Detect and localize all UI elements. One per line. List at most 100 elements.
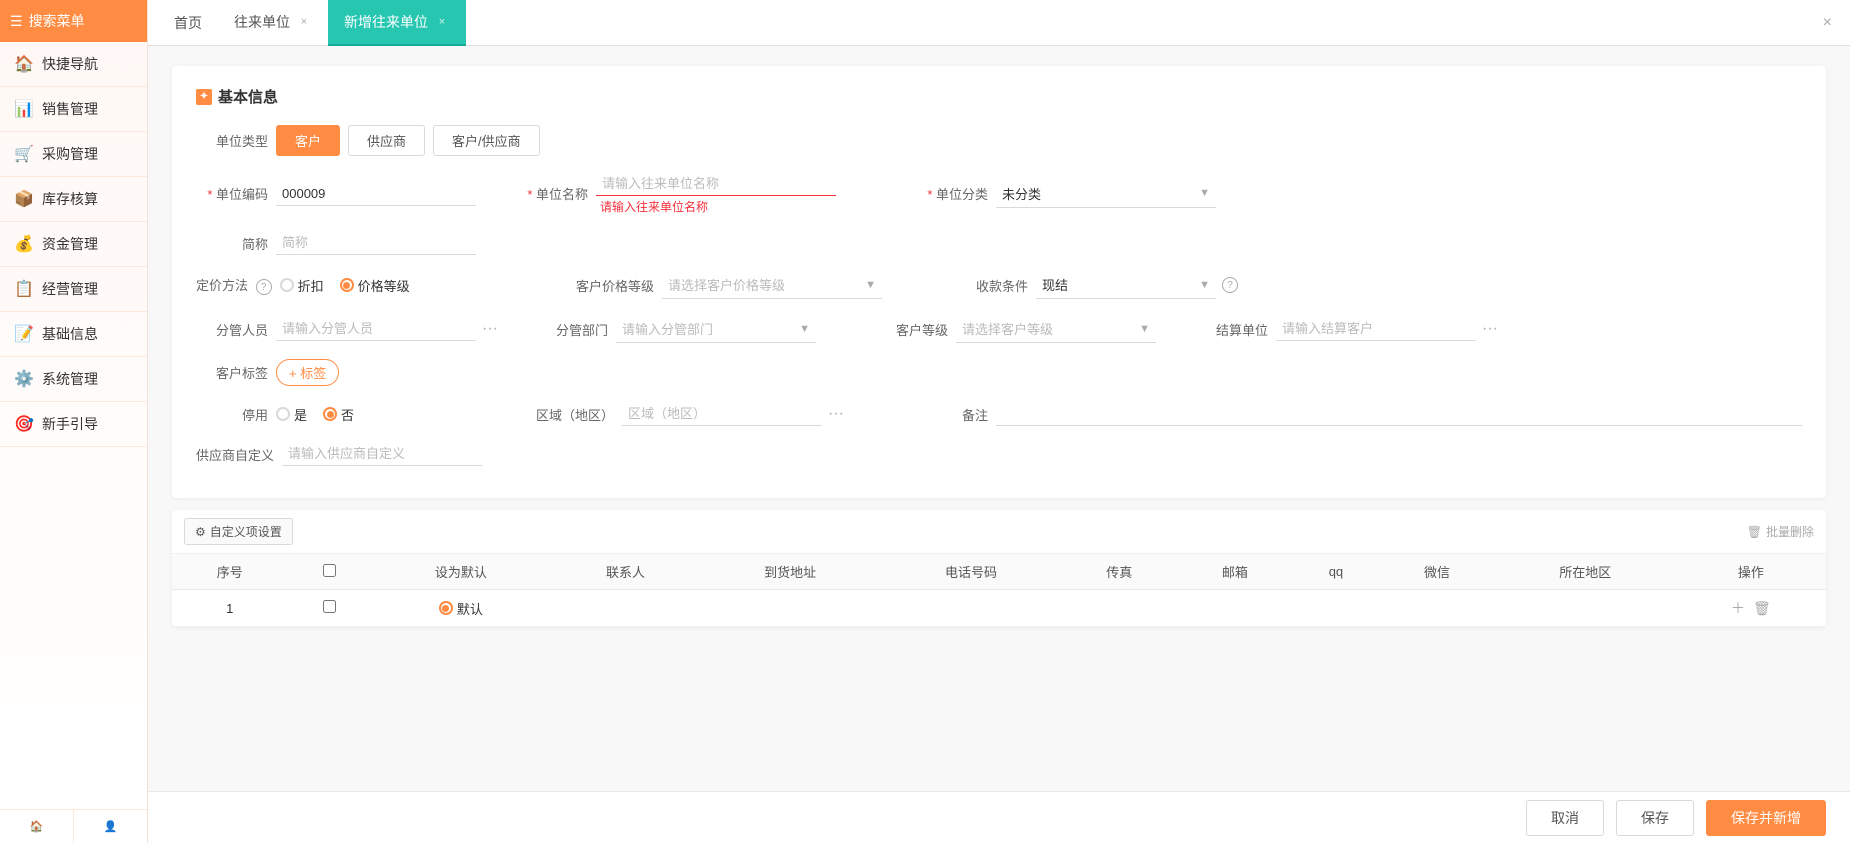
- sidebar-bottom: 🏠 👤: [0, 809, 147, 843]
- col-qq: qq: [1293, 554, 1380, 590]
- customer-price-level-field: 客户价格等级 请选择客户价格等级 ▼: [576, 271, 956, 299]
- save-new-button[interactable]: 保存并新增: [1706, 800, 1826, 836]
- pricing-row: 定价方法 ? 折扣 价格等级 客户: [196, 271, 1802, 299]
- inventory-icon: 📦: [14, 189, 34, 209]
- save-button[interactable]: 保存: [1616, 800, 1694, 836]
- basic-info-icon: 📝: [14, 324, 34, 344]
- sidebar-item-inventory[interactable]: 📦库存核算: [0, 177, 147, 222]
- chevron-down-icon: ▼: [1199, 187, 1210, 199]
- disabled-field: 停用 是 否: [196, 405, 536, 424]
- unit-name-input[interactable]: [596, 172, 836, 196]
- sidebar-item-label: 新手引导: [42, 414, 98, 434]
- col-checkbox: [288, 554, 371, 590]
- tab-counterparty-close[interactable]: ×: [296, 14, 312, 30]
- disabled-label: 停用: [196, 405, 276, 424]
- user-icon: 👤: [104, 820, 118, 833]
- manager-label: 分管人员: [196, 320, 276, 339]
- payment-chevron-icon: ▼: [1199, 279, 1210, 291]
- radio-price-level[interactable]: 价格等级: [340, 276, 410, 295]
- sidebar-item-operations[interactable]: 📋经营管理: [0, 267, 147, 312]
- radio-no-label: 否: [341, 405, 354, 424]
- search-menu-btn[interactable]: ☰ 搜索菜单: [0, 0, 147, 42]
- unit-category-label: 单位分类: [916, 184, 996, 203]
- radio-yes[interactable]: 是: [276, 405, 307, 424]
- tab-counterparty-label: 往来单位: [234, 12, 290, 32]
- unit-category-value: 未分类: [1002, 184, 1041, 203]
- col-default: 设为默认: [370, 554, 551, 590]
- sidebar-home-btn[interactable]: 🏠: [0, 810, 74, 843]
- customer-level-select[interactable]: 请选择客户等级 ▼: [956, 315, 1156, 343]
- pricing-method-label: 定价方法 ?: [196, 275, 280, 296]
- unit-type-supplier-btn[interactable]: 供应商: [348, 125, 425, 156]
- customer-price-level-placeholder: 请选择客户价格等级: [668, 275, 785, 294]
- payment-help-icon[interactable]: ?: [1222, 277, 1238, 293]
- department-select[interactable]: 请输入分管部门 ▼: [616, 315, 816, 343]
- custom-settings-btn[interactable]: ⚙ 自定义项设置: [184, 518, 293, 545]
- cell-contact: [551, 590, 699, 627]
- sidebar-item-label: 采购管理: [42, 144, 98, 164]
- sidebar-item-sales[interactable]: 📊销售管理: [0, 87, 147, 132]
- unit-info-row: 单位编码 单位名称 请输入往来单位名称 单位分类 未分类 ▼: [196, 172, 1802, 215]
- sidebar-item-system[interactable]: ⚙️系统管理: [0, 357, 147, 402]
- unit-code-input[interactable]: [276, 182, 476, 206]
- content-area: ✦ 基本信息 单位类型 客户 供应商 客户/供应商 单位编码: [148, 46, 1850, 791]
- section-title-icon: ✦: [196, 89, 212, 105]
- system-icon: ⚙️: [14, 369, 34, 389]
- tab-counterparty[interactable]: 往来单位 ×: [218, 0, 328, 46]
- unit-type-both-btn[interactable]: 客户/供应商: [433, 125, 540, 156]
- sidebar-item-guide[interactable]: 🎯新手引导: [0, 402, 147, 447]
- cancel-button[interactable]: 取消: [1526, 800, 1604, 836]
- settlement-unit-input[interactable]: [1276, 317, 1476, 341]
- tab-new-counterparty-label: 新增往来单位: [344, 12, 428, 32]
- unit-name-label: 单位名称: [516, 184, 596, 203]
- select-all-checkbox[interactable]: [323, 564, 336, 577]
- manager-more-btn[interactable]: ···: [476, 320, 504, 338]
- add-tag-btn[interactable]: + 标签: [276, 359, 339, 386]
- region-more-btn[interactable]: ···: [822, 405, 850, 423]
- settlement-unit-label: 结算单位: [1196, 320, 1276, 339]
- batch-delete-btn[interactable]: 🗑 批量删除: [1747, 523, 1814, 540]
- search-menu-label: 搜索菜单: [29, 11, 85, 31]
- pricing-help-icon[interactable]: ?: [256, 279, 272, 295]
- sidebar-item-finance[interactable]: 💰资金管理: [0, 222, 147, 267]
- tab-home[interactable]: 首页: [158, 0, 218, 46]
- cell-qq: [1293, 590, 1380, 627]
- radio-discount[interactable]: 折扣: [280, 276, 324, 295]
- unit-type-customer-btn[interactable]: 客户: [276, 125, 340, 156]
- region-input[interactable]: [622, 402, 822, 426]
- manager-input[interactable]: [276, 317, 476, 341]
- unit-category-field: 单位分类 未分类 ▼: [916, 180, 1802, 208]
- short-name-row: 简称: [196, 231, 1802, 255]
- customer-price-level-label: 客户价格等级: [576, 276, 662, 295]
- tab-new-counterparty-close[interactable]: ×: [434, 14, 450, 30]
- sidebar-item-quick-nav[interactable]: 🏠快捷导航: [0, 42, 147, 87]
- radio-discount-label: 折扣: [298, 276, 324, 295]
- sidebar-user-btn[interactable]: 👤: [74, 810, 147, 843]
- add-row-btn[interactable]: ＋: [1731, 598, 1745, 618]
- supplier-custom-input[interactable]: [282, 442, 482, 466]
- row-checkbox[interactable]: [323, 600, 336, 613]
- col-seq: 序号: [172, 554, 288, 590]
- tab-bar-close-btn[interactable]: ×: [1815, 14, 1840, 32]
- tab-home-label: 首页: [174, 13, 202, 33]
- tab-new-counterparty[interactable]: 新增往来单位 ×: [328, 0, 466, 46]
- remark-input[interactable]: [996, 402, 1802, 426]
- unit-code-field: 单位编码: [196, 182, 516, 206]
- col-region: 所在地区: [1495, 554, 1676, 590]
- payment-terms-select[interactable]: 现结 ▼: [1036, 271, 1216, 299]
- customer-price-level-select[interactable]: 请选择客户价格等级 ▼: [662, 271, 882, 299]
- settlement-more-btn[interactable]: ···: [1476, 320, 1504, 338]
- radio-yes-label: 是: [294, 405, 307, 424]
- unit-type-buttons: 客户 供应商 客户/供应商: [276, 125, 540, 156]
- short-name-input[interactable]: [276, 231, 476, 255]
- radio-no[interactable]: 否: [323, 405, 354, 424]
- delete-row-btn[interactable]: 🗑: [1753, 600, 1771, 617]
- unit-category-select[interactable]: 未分类 ▼: [996, 180, 1216, 208]
- sidebar-item-basic-info[interactable]: 📝基础信息: [0, 312, 147, 357]
- short-name-label: 简称: [196, 234, 276, 253]
- radio-no-circle: [323, 407, 337, 421]
- settings-icon: ⚙: [195, 525, 206, 539]
- supplier-custom-field: 供应商自定义: [196, 442, 536, 466]
- default-radio[interactable]: 默认: [380, 599, 541, 618]
- sidebar-item-purchase[interactable]: 🛒采购管理: [0, 132, 147, 177]
